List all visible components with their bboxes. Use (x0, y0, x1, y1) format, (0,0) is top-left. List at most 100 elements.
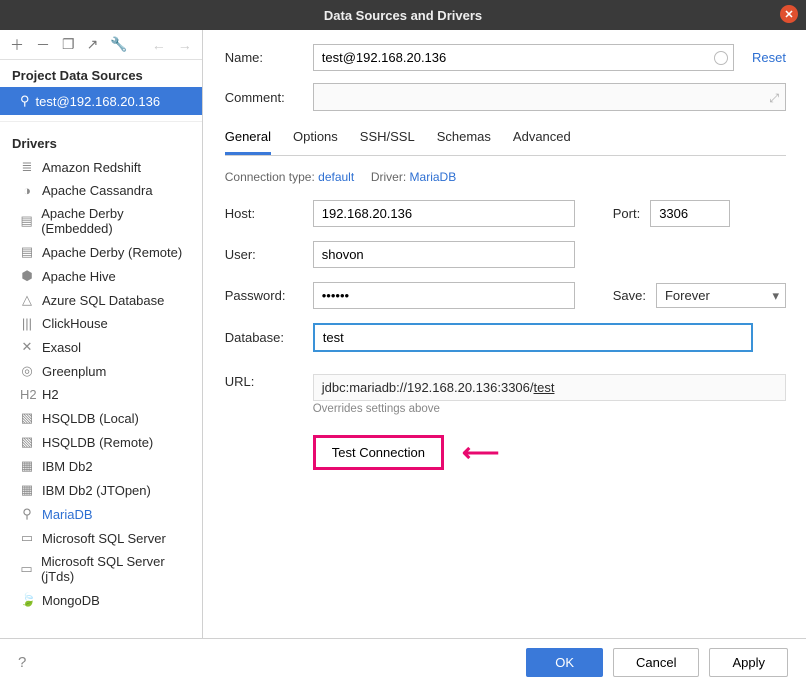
data-source-item[interactable]: ⚲ test@192.168.20.136 (0, 87, 202, 115)
driver-item[interactable]: △Azure SQL Database (0, 288, 202, 312)
button-bar: ? OK Cancel Apply (0, 638, 806, 686)
driver-label: Driver: (371, 170, 406, 184)
name-input[interactable] (313, 44, 734, 71)
driver-icon: 🍃 (20, 592, 34, 608)
driver-label: Microsoft SQL Server (42, 531, 166, 546)
database-icon: ⚲ (20, 93, 30, 109)
tab-options[interactable]: Options (293, 123, 338, 155)
driver-link[interactable]: MariaDB (410, 170, 457, 184)
driver-item[interactable]: ⚲ MariaDB (0, 502, 202, 526)
driver-icon: ||| (20, 316, 34, 331)
driver-icon: ▤ (20, 213, 33, 229)
driver-item[interactable]: ✕ Exasol (0, 335, 202, 359)
driver-item[interactable]: ⬢Apache Hive (0, 264, 202, 288)
driver-item[interactable]: ▤Apache Derby (Remote) (0, 240, 202, 264)
driver-icon: ▭ (20, 530, 34, 546)
add-icon[interactable]: ＋ (10, 35, 24, 55)
comment-input[interactable]: ⤢ (313, 83, 786, 111)
database-input[interactable] (313, 323, 753, 352)
driver-icon: ▭ (20, 561, 33, 577)
driver-item[interactable]: ▭ Microsoft SQL Server (0, 526, 202, 550)
driver-item[interactable]: ◎ Greenplum (0, 359, 202, 383)
password-input[interactable] (313, 282, 575, 309)
ok-button[interactable]: OK (526, 648, 603, 677)
driver-label: HSQLDB (Local) (42, 411, 139, 426)
password-label: Password: (225, 288, 313, 303)
driver-item[interactable]: ▭ Microsoft SQL Server (jTds) (0, 550, 202, 588)
driver-icon: ◑ (20, 183, 34, 198)
name-label: Name: (225, 50, 313, 65)
url-db: test (534, 380, 555, 395)
url-hint: Overrides settings above (313, 403, 786, 415)
forward-icon[interactable]: → (178, 37, 192, 53)
drivers-header: Drivers (0, 121, 202, 155)
driver-item[interactable]: ▧ HSQLDB (Remote) (0, 430, 202, 454)
driver-label: Microsoft SQL Server (jTds) (41, 554, 190, 584)
host-input[interactable] (313, 200, 575, 227)
driver-label: Apache Derby (Remote) (42, 245, 182, 260)
driver-label: Exasol (42, 340, 81, 355)
driver-icon: ◎ (20, 363, 34, 379)
test-connection-button[interactable]: Test Connection (313, 435, 444, 470)
driver-icon: ⚲ (20, 506, 34, 522)
driver-item[interactable]: ▦IBM Db2 (JTOpen) (0, 478, 202, 502)
driver-label: Amazon Redshift (42, 160, 141, 175)
user-input[interactable] (313, 241, 575, 268)
conn-type-label: Connection type: (225, 170, 315, 184)
main-panel: Name: Reset Comment: ⤢ General Options S… (203, 30, 806, 638)
driver-item[interactable]: ▤ Apache Derby (Embedded) (0, 202, 202, 240)
url-display[interactable]: jdbc:mariadb://192.168.20.136:3306/test (313, 374, 786, 401)
remove-icon[interactable]: － (36, 35, 50, 55)
window-title: Data Sources and Drivers (324, 8, 482, 23)
driver-icon: ▧ (20, 434, 34, 450)
driver-icon: ≣ (20, 159, 34, 175)
save-select[interactable]: Forever (656, 283, 786, 308)
driver-item[interactable]: ≣ Amazon Redshift (0, 155, 202, 179)
back-icon[interactable]: ← (152, 37, 166, 53)
driver-label: Apache Derby (Embedded) (41, 206, 190, 236)
close-icon[interactable]: ✕ (780, 5, 798, 23)
driver-label: Apache Hive (42, 269, 116, 284)
driver-label: Azure SQL Database (42, 293, 164, 308)
color-picker-icon[interactable] (714, 51, 728, 65)
driver-icon: H2 (20, 387, 34, 402)
tabs: General Options SSH/SSL Schemas Advanced (225, 123, 786, 156)
reset-link[interactable]: Reset (752, 50, 786, 65)
driver-label: Greenplum (42, 364, 106, 379)
driver-icon: ▦ (20, 482, 34, 498)
conn-type-link[interactable]: default (318, 170, 354, 184)
driver-icon: ▦ (20, 458, 34, 474)
copy-icon[interactable]: ❐ (62, 36, 75, 53)
port-label: Port: (613, 206, 640, 221)
drivers-list: ≣Amazon Redshift◑Apache Cassandra▤Apache… (0, 155, 202, 638)
tab-schemas[interactable]: Schemas (437, 123, 491, 155)
driver-item[interactable]: ◑ Apache Cassandra (0, 179, 202, 202)
tab-ssh[interactable]: SSH/SSL (360, 123, 415, 155)
driver-label: MariaDB (42, 507, 93, 522)
driver-label: IBM Db2 (42, 459, 93, 474)
driver-item[interactable]: ▧ HSQLDB (Local) (0, 406, 202, 430)
import-icon[interactable]: ↗ (87, 36, 99, 53)
driver-item[interactable]: |||ClickHouse (0, 312, 202, 335)
settings-icon[interactable]: 🔧 (110, 36, 127, 53)
connection-type-row: Connection type: default Driver: MariaDB (225, 170, 786, 184)
tab-advanced[interactable]: Advanced (513, 123, 571, 155)
tab-general[interactable]: General (225, 123, 271, 155)
apply-button[interactable]: Apply (709, 648, 788, 677)
driver-label: Apache Cassandra (42, 183, 153, 198)
sidebar-toolbar: ＋ － ❐ ↗ 🔧 ← → (0, 30, 202, 60)
port-input[interactable] (650, 200, 730, 227)
driver-item[interactable]: ▦ IBM Db2 (0, 454, 202, 478)
arrow-annotation: ⟵ (462, 437, 499, 468)
driver-icon: ✕ (20, 339, 34, 355)
driver-item[interactable]: H2H2 (0, 383, 202, 406)
expand-icon[interactable]: ⤢ (769, 91, 779, 106)
comment-label: Comment: (225, 90, 313, 105)
cancel-button[interactable]: Cancel (613, 648, 699, 677)
save-label: Save: (613, 288, 646, 303)
driver-item[interactable]: 🍃MongoDB (0, 588, 202, 612)
driver-icon: ▧ (20, 410, 34, 426)
database-label: Database: (225, 330, 313, 345)
driver-label: HSQLDB (Remote) (42, 435, 153, 450)
help-icon[interactable]: ? (18, 654, 26, 671)
